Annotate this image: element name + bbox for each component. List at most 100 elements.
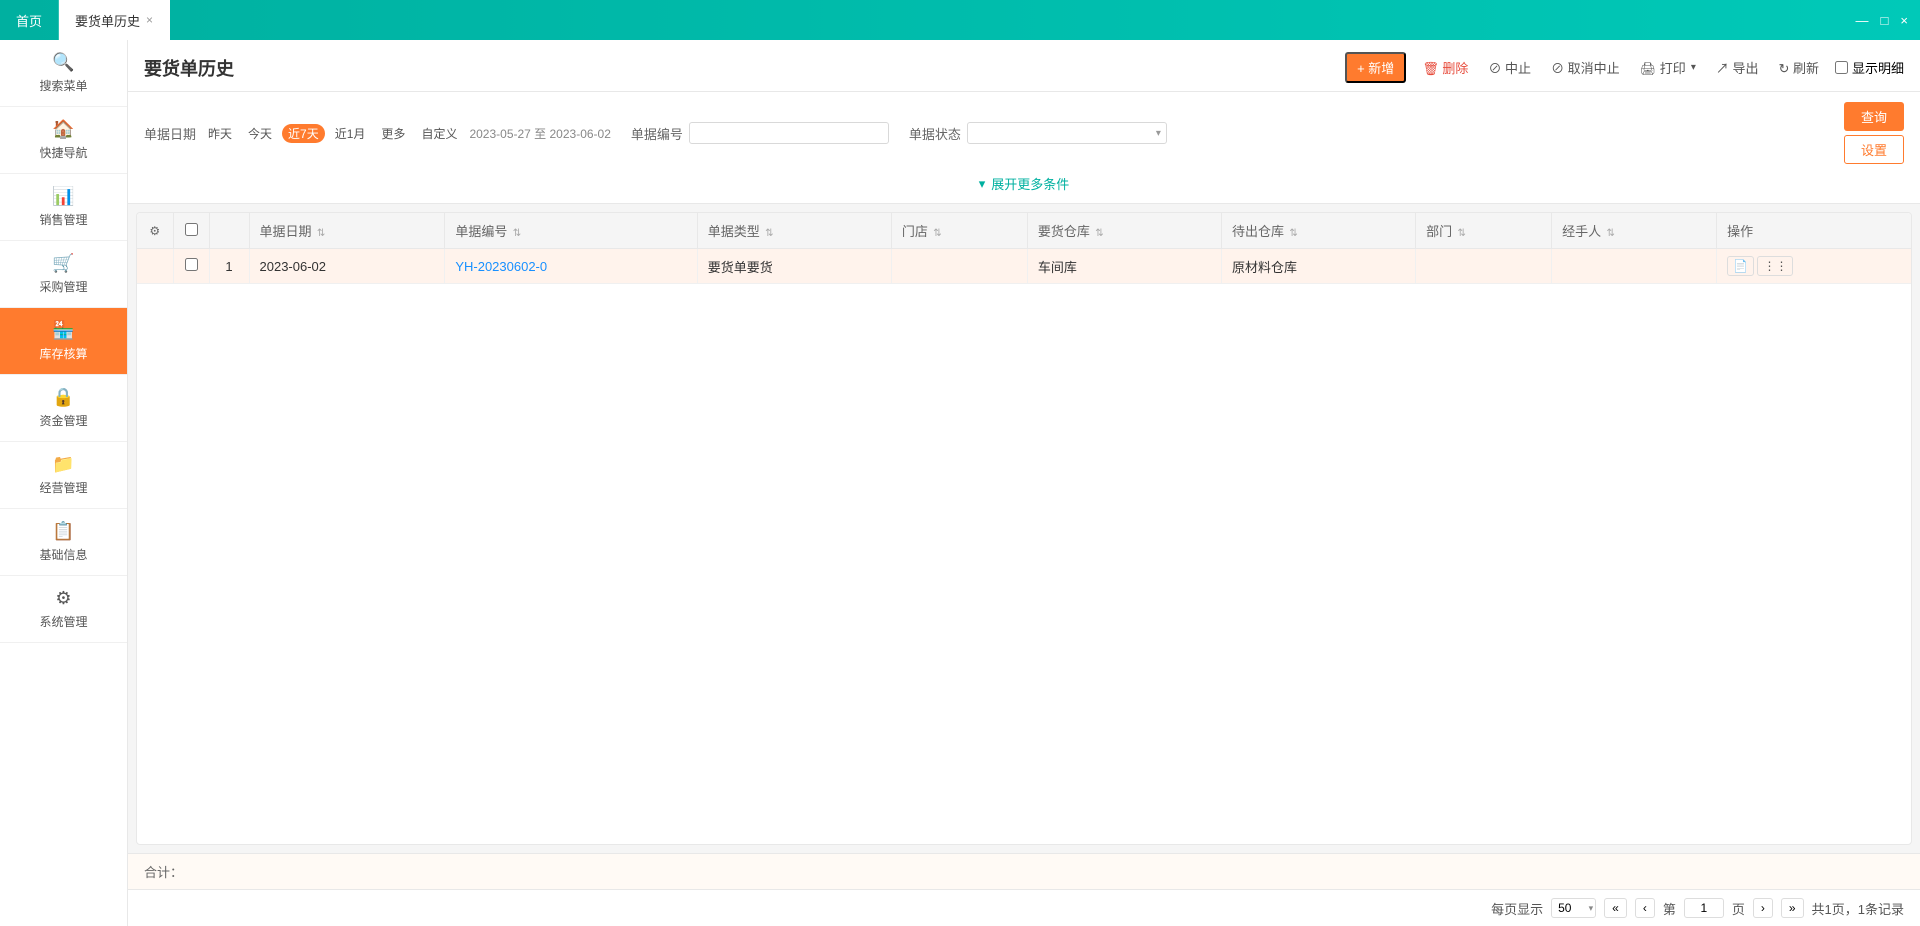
tab-yaohuodan-label: 要货单历史: [75, 11, 140, 30]
doc-no-link[interactable]: YH-20230602-0: [455, 259, 547, 274]
cancel-stop-button[interactable]: ⊘ 取消中止: [1547, 56, 1624, 79]
doc-no-filter: 单据编号: [631, 122, 889, 144]
print-button[interactable]: 🖨 打印: [1636, 56, 1700, 79]
date-btn-last-month[interactable]: 近1月: [329, 124, 372, 143]
select-all-checkbox[interactable]: [185, 223, 198, 236]
sort-icon-req-warehouse: ⇅: [1095, 228, 1103, 239]
close-btn[interactable]: ×: [1900, 13, 1908, 28]
next-page-btn[interactable]: ›: [1753, 898, 1773, 918]
display-detail-checkbox[interactable]: 显示明细: [1835, 58, 1904, 77]
col-department[interactable]: 部门 ⇅: [1416, 213, 1552, 249]
sort-icon-doc-date: ⇅: [317, 228, 325, 239]
row-department-cell: [1416, 249, 1552, 284]
sidebar-item-system[interactable]: ⚙ 系统管理: [0, 576, 127, 643]
date-btn-yesterday[interactable]: 昨天: [202, 124, 238, 143]
system-icon: ⚙: [55, 588, 71, 609]
tab-bar: 首页 要货单历史 ×: [0, 0, 1844, 40]
new-button[interactable]: + 新增: [1345, 52, 1406, 83]
sidebar-item-sales[interactable]: 📊 销售管理: [0, 174, 127, 241]
filter-settings-button[interactable]: 设置: [1844, 135, 1904, 164]
row-checkbox[interactable]: [185, 258, 198, 271]
row-more-button[interactable]: ⋮⋮: [1757, 256, 1793, 276]
col-req-warehouse[interactable]: 要货仓库 ⇅: [1027, 213, 1221, 249]
sidebar-item-base[interactable]: 📋 基础信息: [0, 509, 127, 576]
expand-more-row: ▾ 展开更多条件: [144, 168, 1904, 193]
sidebar-label-purchase: 采购管理: [39, 278, 87, 295]
refresh-button[interactable]: ↻ 刷新: [1774, 56, 1823, 79]
sidebar-item-inventory[interactable]: 🏪 库存核算: [0, 308, 127, 375]
delete-button[interactable]: 🗑 删除: [1418, 56, 1472, 79]
status-select-wrapper: ▾: [967, 122, 1167, 144]
stop-button[interactable]: ⊘ 中止: [1484, 56, 1535, 79]
row-action-cell: 📄 ⋮⋮: [1717, 249, 1911, 284]
sort-icon-handler: ⇅: [1606, 228, 1614, 239]
per-page-label: 每页显示: [1491, 899, 1543, 918]
sidebar-item-operation[interactable]: 📁 经营管理: [0, 442, 127, 509]
sidebar-item-purchase[interactable]: 🛒 采购管理: [0, 241, 127, 308]
sidebar-label-system: 系统管理: [39, 613, 87, 630]
col-pending-warehouse[interactable]: 待出仓库 ⇅: [1222, 213, 1416, 249]
status-label: 单据状态: [909, 124, 961, 143]
sidebar-label-sales: 销售管理: [39, 211, 87, 228]
page-input[interactable]: [1684, 898, 1724, 918]
last-page-btn[interactable]: »: [1781, 898, 1804, 918]
tab-close-icon[interactable]: ×: [146, 13, 153, 27]
col-doc-no[interactable]: 单据编号 ⇅: [445, 213, 697, 249]
per-page-wrapper: 20 50 100 ▾: [1551, 898, 1596, 918]
date-filter: 单据日期 昨天 今天 近7天 近1月 更多 自定义 2023-05-27 至 2…: [144, 124, 611, 143]
summary-label: 合计：: [144, 862, 183, 881]
finance-icon: 🔒: [52, 387, 74, 408]
main-layout: 🔍 搜索菜单 🏠 快捷导航 📊 销售管理 🛒 采购管理 🏪 库存核算 🔒 资金管…: [0, 40, 1920, 926]
row-view-button[interactable]: 📄: [1727, 256, 1754, 276]
expand-icon: ▾: [979, 176, 986, 192]
table-header-row: ⚙ 单据日期 ⇅ 单据编号 ⇅: [137, 213, 1911, 249]
col-settings[interactable]: ⚙: [137, 213, 173, 249]
prev-page-btn[interactable]: ‹: [1635, 898, 1655, 918]
sidebar-item-search[interactable]: 🔍 搜索菜单: [0, 40, 127, 107]
doc-no-input[interactable]: [689, 122, 889, 144]
query-button[interactable]: 查询: [1844, 102, 1904, 131]
table-row: 1 2023-06-02 YH-20230602-0 要货单要货: [137, 249, 1911, 284]
window-actions: — □ ×: [1844, 13, 1920, 28]
per-page-select[interactable]: 20 50 100: [1551, 898, 1596, 918]
expand-more-btn[interactable]: ▾ 展开更多条件: [979, 174, 1070, 193]
sidebar-item-shortcut[interactable]: 🏠 快捷导航: [0, 107, 127, 174]
row-handler-cell: [1552, 249, 1717, 284]
tab-home[interactable]: 首页: [0, 0, 59, 40]
first-page-btn[interactable]: «: [1604, 898, 1627, 918]
home-icon: 🏠: [52, 119, 74, 140]
purchase-icon: 🛒: [52, 253, 74, 274]
col-checkbox: [173, 213, 209, 249]
maximize-btn[interactable]: □: [1881, 13, 1889, 28]
col-doc-type[interactable]: 单据类型 ⇅: [697, 213, 891, 249]
sidebar-label-finance: 资金管理: [39, 412, 87, 429]
col-handler[interactable]: 经手人 ⇅: [1552, 213, 1717, 249]
sidebar-label-shortcut: 快捷导航: [39, 144, 87, 161]
date-btn-today[interactable]: 今天: [242, 124, 278, 143]
row-pending-warehouse-cell: 原材料仓库: [1222, 249, 1416, 284]
date-btn-custom[interactable]: 自定义: [415, 124, 463, 143]
doc-no-label: 单据编号: [631, 124, 683, 143]
date-btn-more[interactable]: 更多: [375, 124, 411, 143]
col-doc-date[interactable]: 单据日期 ⇅: [249, 213, 445, 249]
sidebar-item-finance[interactable]: 🔒 资金管理: [0, 375, 127, 442]
sidebar-label-base: 基础信息: [39, 546, 87, 563]
total-info: 共1页，1条记录: [1812, 899, 1904, 918]
date-btn-last7[interactable]: 近7天: [282, 124, 325, 143]
pagination: 每页显示 20 50 100 ▾ « ‹ 第 页 › » 共1页，1条记录: [128, 889, 1920, 926]
expand-label: 展开更多条件: [991, 174, 1069, 193]
page-label: 第: [1663, 899, 1676, 918]
display-detail-input[interactable]: [1835, 61, 1848, 74]
minimize-btn[interactable]: —: [1856, 13, 1869, 28]
col-store[interactable]: 门店 ⇅: [891, 213, 1027, 249]
operation-icon: 📁: [52, 454, 74, 475]
date-buttons: 昨天 今天 近7天 近1月 更多 自定义: [202, 124, 463, 143]
sidebar-label-inventory: 库存核算: [39, 345, 87, 362]
page-header: 要货单历史 + 新增 🗑 删除 ⊘ 中止 ⊘ 取消中止 🖨 打印: [128, 40, 1920, 92]
sort-icon-doc-type: ⇅: [765, 228, 773, 239]
export-button[interactable]: ↗ 导出: [1712, 56, 1763, 79]
tab-yaohuodan[interactable]: 要货单历史 ×: [59, 0, 170, 40]
status-select[interactable]: [967, 122, 1167, 144]
table-area: ⚙ 单据日期 ⇅ 单据编号 ⇅: [136, 212, 1912, 845]
inventory-icon: 🏪: [52, 320, 74, 341]
